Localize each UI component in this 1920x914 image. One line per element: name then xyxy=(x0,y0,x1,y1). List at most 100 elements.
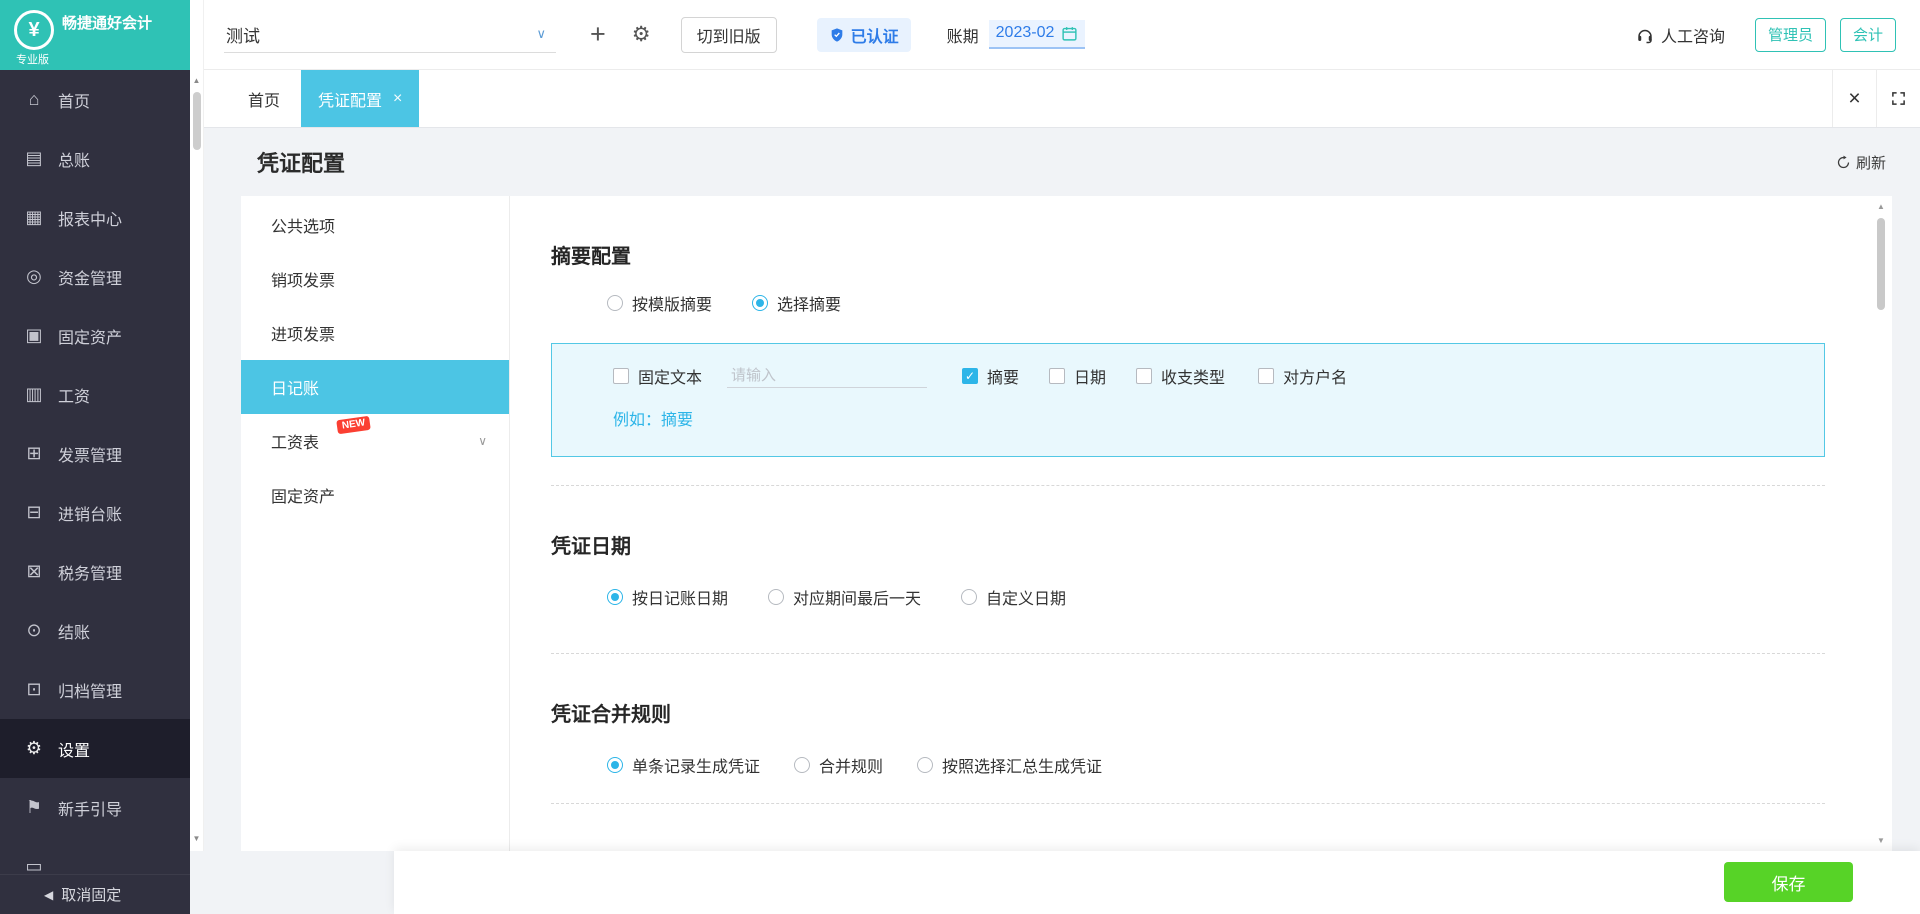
scroll-down-icon[interactable]: ▼ xyxy=(190,834,203,843)
sidebar-item-archive[interactable]: ⊡ 归档管理 xyxy=(0,660,190,719)
sidebar-item-label: 报表中心 xyxy=(58,206,122,230)
radio-select-summary[interactable]: 选择摘要 xyxy=(752,291,841,315)
sidebar-item-label: 首页 xyxy=(58,88,90,112)
radio-journal-date[interactable]: 按日记账日期 xyxy=(607,585,728,609)
config-item-label: 公共选项 xyxy=(271,213,335,237)
sidebar-item-general-ledger[interactable]: ▤ 总账 xyxy=(0,129,190,188)
checkbox-icon[interactable] xyxy=(1049,368,1065,384)
radio-merge-rule[interactable]: 合并规则 xyxy=(794,753,883,777)
sidebar-item-invoice-mgmt[interactable]: ⊞ 发票管理 xyxy=(0,424,190,483)
refresh-button[interactable]: 刷新 xyxy=(1836,152,1886,173)
period-value[interactable]: 2023-02 xyxy=(989,20,1086,49)
sidebar-item-partial[interactable]: ▭ xyxy=(0,837,190,874)
radio-label: 按照选择汇总生成凭证 xyxy=(942,753,1102,777)
radio-icon[interactable] xyxy=(752,295,768,311)
tab-home[interactable]: 首页 xyxy=(233,70,295,127)
radio-single-record[interactable]: 单条记录生成凭证 xyxy=(607,753,760,777)
sidebar-item-report-center[interactable]: ▦ 报表中心 xyxy=(0,188,190,247)
summary-example-link[interactable]: 例如：摘要 xyxy=(613,406,1824,430)
sidebar-item-purchase-sale-ledger[interactable]: ⊟ 进销台账 xyxy=(0,483,190,542)
config-item-payroll-sheet[interactable]: 工资表 NEW ∨ xyxy=(241,414,509,468)
sidebar-item-tax-mgmt[interactable]: ⊠ 税务管理 xyxy=(0,542,190,601)
content-scrollbar[interactable]: ▲ ▼ xyxy=(1875,200,1887,847)
add-button[interactable]: + xyxy=(590,21,606,48)
sidebar-item-guide[interactable]: ⚑ 新手引导 xyxy=(0,778,190,837)
switch-old-version-button[interactable]: 切到旧版 xyxy=(681,17,777,53)
settings-gear-button[interactable]: ⚙ xyxy=(632,24,651,45)
summary-mode-options: 按模版摘要 选择摘要 xyxy=(607,291,1825,315)
close-all-tabs-button[interactable]: × xyxy=(1832,70,1876,127)
checkbox-counterparty-name[interactable]: 对方户名 xyxy=(1258,364,1347,388)
config-item-purchase-invoice[interactable]: 进项发票 xyxy=(241,306,509,360)
sidebar-item-closing[interactable]: ⊙ 结账 xyxy=(0,601,190,660)
radio-label: 选择摘要 xyxy=(777,291,841,315)
radio-summarize-by-selection[interactable]: 按照选择汇总生成凭证 xyxy=(917,753,1102,777)
section-title-merge-rule: 凭证合并规则 xyxy=(551,698,1825,727)
accountant-button[interactable]: 会计 xyxy=(1840,18,1896,52)
sidebar-item-funds[interactable]: ◎ 资金管理 xyxy=(0,247,190,306)
sidebar-scrollbar-thumb[interactable] xyxy=(193,92,201,150)
page-title: 凭证配置 xyxy=(257,146,345,178)
radio-icon[interactable] xyxy=(961,589,977,605)
checkbox-icon[interactable] xyxy=(962,368,978,384)
radio-icon[interactable] xyxy=(794,757,810,773)
radio-icon[interactable] xyxy=(917,757,933,773)
sidebar-scrollbar[interactable]: ▲ ▼ xyxy=(190,0,204,851)
refresh-icon xyxy=(1836,155,1851,170)
tab-close-icon[interactable]: × xyxy=(393,90,402,108)
config-item-sales-invoice[interactable]: 销项发票 xyxy=(241,252,509,306)
tab-strip: 首页 凭证配置 × × xyxy=(204,70,1920,128)
scroll-up-icon[interactable]: ▲ xyxy=(190,76,203,85)
checkbox-icon[interactable] xyxy=(1258,368,1274,384)
checkbox-label: 固定文本 xyxy=(638,364,702,388)
invoice-icon: ⊞ xyxy=(24,443,44,464)
report-icon: ▦ xyxy=(24,207,44,228)
radio-custom-date[interactable]: 自定义日期 xyxy=(961,585,1066,609)
sidebar-item-settings[interactable]: ⚙ 设置 xyxy=(0,719,190,778)
topbar-right: 人工咨询 管理员 会计 xyxy=(1636,18,1896,52)
unpin-button[interactable]: ◀ 取消固定 xyxy=(0,874,190,914)
checkbox-income-expense-type[interactable]: 收支类型 xyxy=(1136,364,1225,388)
config-item-label: 固定资产 xyxy=(271,483,335,507)
merge-rule-options: 单条记录生成凭证 合并规则 按照选择汇总生成凭证 xyxy=(607,753,1825,777)
sidebar-item-fixed-assets[interactable]: ▣ 固定资产 xyxy=(0,306,190,365)
config-item-fixed-assets[interactable]: 固定资产 xyxy=(241,468,509,522)
voucher-config-panel: 公共选项 销项发票 进项发票 日记账 工资表 NEW ∨ xyxy=(241,196,1892,851)
support-button[interactable]: 人工咨询 xyxy=(1636,23,1725,47)
scroll-up-icon[interactable]: ▲ xyxy=(1875,202,1887,211)
main-area: 测试 ∨ + ⚙ 切到旧版 已认证 账期 2023-02 xyxy=(204,0,1920,914)
checkbox-summary[interactable]: 摘要 xyxy=(962,364,1019,388)
content-scrollbar-thumb[interactable] xyxy=(1877,218,1885,310)
chevron-down-icon: ∨ xyxy=(536,26,546,42)
archive-icon: ⊡ xyxy=(24,679,44,700)
gear-icon: ⚙ xyxy=(24,738,44,759)
radio-icon[interactable] xyxy=(607,757,623,773)
radio-icon[interactable] xyxy=(768,589,784,605)
refresh-label: 刷新 xyxy=(1856,152,1886,173)
sidebar-item-payroll[interactable]: ▥ 工资 xyxy=(0,365,190,424)
chevron-down-icon[interactable]: ∨ xyxy=(478,434,487,448)
tab-voucher-config[interactable]: 凭证配置 × xyxy=(301,70,419,127)
summary-fields-row: 固定文本 摘要 日期 xyxy=(613,364,1824,388)
checkbox-fixed-text[interactable]: 固定文本 xyxy=(613,364,702,388)
save-button[interactable]: 保存 xyxy=(1724,862,1853,902)
radio-template-summary[interactable]: 按模版摘要 xyxy=(607,291,712,315)
radio-icon[interactable] xyxy=(607,295,623,311)
account-set-select[interactable]: 测试 ∨ xyxy=(224,17,556,53)
fullscreen-button[interactable] xyxy=(1876,70,1920,127)
tax-icon: ⊠ xyxy=(24,561,44,582)
config-item-common-options[interactable]: 公共选项 xyxy=(241,198,509,252)
fixed-text-input[interactable] xyxy=(727,364,927,388)
radio-label: 按模版摘要 xyxy=(632,291,712,315)
radio-icon[interactable] xyxy=(607,589,623,605)
checkbox-icon[interactable] xyxy=(1136,368,1152,384)
sidebar-item-home[interactable]: ⌂ 首页 xyxy=(0,70,190,129)
sidebar-item-label: 资金管理 xyxy=(58,265,122,289)
radio-period-last-day[interactable]: 对应期间最后一天 xyxy=(768,585,921,609)
unpin-label: 取消固定 xyxy=(61,884,121,905)
checkbox-date[interactable]: 日期 xyxy=(1049,364,1106,388)
scroll-down-icon[interactable]: ▼ xyxy=(1875,836,1887,845)
config-item-journal[interactable]: 日记账 xyxy=(241,360,509,414)
checkbox-icon[interactable] xyxy=(613,368,629,384)
admin-button[interactable]: 管理员 xyxy=(1755,18,1826,52)
